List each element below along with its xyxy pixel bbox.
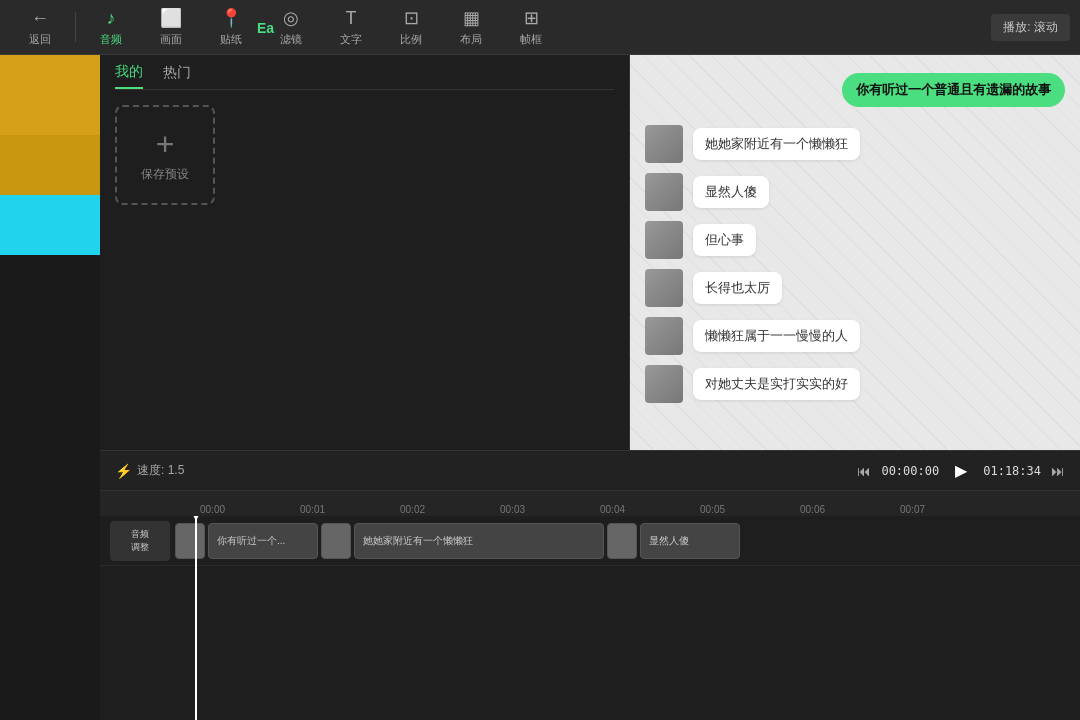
top-toolbar: ← 返回 ♪ 音频 ⬜ 画面 📍 贴纸 ◎ 滤镜 T 文字 ⊡ 比例 ▦ 布局 … bbox=[0, 0, 1080, 55]
tab-row: 我的 热门 bbox=[100, 55, 629, 89]
clip[interactable]: 你有听过一个... bbox=[208, 523, 318, 559]
sticker-icon: 📍 bbox=[220, 7, 242, 29]
chat-list: 她她家附近有一个懒懒狂 显然人傻 但心事 长得也太厉 bbox=[630, 115, 1080, 423]
chat-text: 对她丈夫是实打实实的好 bbox=[693, 368, 860, 400]
play-button[interactable]: ▶ bbox=[949, 459, 973, 483]
plus-icon: + bbox=[156, 128, 175, 160]
skip-forward-btn[interactable]: ⏭ bbox=[1051, 463, 1065, 479]
chat-text: 但心事 bbox=[693, 224, 756, 256]
ea-label: Ea bbox=[243, 0, 288, 55]
clip[interactable] bbox=[321, 523, 351, 559]
timeline-controls: ⚡ 速度: 1.5 ⏮ 00:00:00 ▶ 01:18:34 ⏭ bbox=[100, 451, 1080, 491]
time-total: 01:18:34 bbox=[983, 464, 1041, 478]
ruler-mark: 00:04 bbox=[600, 504, 625, 515]
green-bubble: 你有听过一个普通且有遗漏的故事 bbox=[842, 73, 1065, 107]
tab-popular[interactable]: 热门 bbox=[163, 64, 191, 88]
skip-back-btn[interactable]: ⏮ bbox=[857, 463, 871, 479]
ratio-icon: ⊡ bbox=[404, 7, 419, 29]
toolbar-text[interactable]: T 文字 bbox=[321, 2, 381, 52]
color-block-yellow2 bbox=[0, 135, 100, 195]
layout-icon: ▦ bbox=[463, 7, 480, 29]
clip[interactable]: 她她家附近有一个懒懒狂 bbox=[354, 523, 604, 559]
avatar bbox=[645, 365, 683, 403]
ruler-mark: 00:01 bbox=[300, 504, 325, 515]
toolbar-layout[interactable]: ▦ 布局 bbox=[441, 2, 501, 52]
list-item: 对她丈夫是实打实实的好 bbox=[645, 365, 1065, 403]
ruler-mark: 00:03 bbox=[500, 504, 525, 515]
list-item: 长得也太厉 bbox=[645, 269, 1065, 307]
save-preset-btn[interactable]: + 保存预设 bbox=[115, 105, 215, 205]
tab-mine[interactable]: 我的 bbox=[115, 63, 143, 89]
timeline-tracks: 音频 调整 你有听过一个... 她她家附近有一个懒懒狂 显然人傻 bbox=[100, 516, 1080, 720]
clip[interactable]: 显然人傻 bbox=[640, 523, 740, 559]
playback-mode-btn[interactable]: 播放: 滚动 bbox=[991, 14, 1070, 41]
frame-icon: ⊞ bbox=[524, 7, 539, 29]
list-item: 显然人傻 bbox=[645, 173, 1065, 211]
left-strip bbox=[0, 55, 100, 720]
toolbar-frame[interactable]: ⊞ 帧框 bbox=[501, 2, 561, 52]
clip[interactable] bbox=[607, 523, 637, 559]
audio-icon: ♪ bbox=[107, 8, 116, 29]
chat-text: 懒懒狂属于一一慢慢的人 bbox=[693, 320, 860, 352]
color-block-yellow bbox=[0, 55, 100, 135]
text-icon: T bbox=[346, 8, 357, 29]
list-item: 懒懒狂属于一一慢慢的人 bbox=[645, 317, 1065, 355]
back-icon: ← bbox=[31, 8, 49, 29]
avatar bbox=[645, 269, 683, 307]
toolbar-audio[interactable]: ♪ 音频 bbox=[81, 2, 141, 52]
avatar bbox=[645, 317, 683, 355]
ruler-mark: 00:02 bbox=[400, 504, 425, 515]
chat-text: 长得也太厉 bbox=[693, 272, 782, 304]
toolbar-separator bbox=[75, 12, 76, 42]
playhead[interactable] bbox=[195, 516, 197, 720]
track-clips: 你有听过一个... 她她家附近有一个懒懒狂 显然人傻 bbox=[175, 521, 1080, 561]
color-block-cyan bbox=[0, 195, 100, 255]
timeline-area: ⚡ 速度: 1.5 ⏮ 00:00:00 ▶ 01:18:34 ⏭ 00:00 … bbox=[100, 450, 1080, 720]
avatar bbox=[645, 125, 683, 163]
time-controls: ⏮ 00:00:00 ▶ 01:18:34 ⏭ bbox=[857, 459, 1065, 483]
toolbar-ratio[interactable]: ⊡ 比例 bbox=[381, 2, 441, 52]
toolbar-picture[interactable]: ⬜ 画面 bbox=[141, 2, 201, 52]
list-item: 她她家附近有一个懒懒狂 bbox=[645, 125, 1065, 163]
toolbar-back[interactable]: ← 返回 bbox=[10, 2, 70, 52]
timeline-ruler: 00:00 00:01 00:02 00:03 00:04 00:05 00:0… bbox=[100, 491, 1080, 516]
chat-text: 显然人傻 bbox=[693, 176, 769, 208]
picture-icon: ⬜ bbox=[160, 7, 182, 29]
color-block-dark bbox=[0, 255, 100, 720]
track-row: 音频 调整 你有听过一个... 她她家附近有一个懒懒狂 显然人傻 bbox=[100, 516, 1080, 566]
avatar bbox=[645, 173, 683, 211]
lightning-icon: ⚡ bbox=[115, 463, 132, 479]
clip[interactable] bbox=[175, 523, 205, 559]
ruler-mark: 00:06 bbox=[800, 504, 825, 515]
track-label: 音频 调整 bbox=[110, 521, 170, 561]
chat-text: 她她家附近有一个懒懒狂 bbox=[693, 128, 860, 160]
ruler-mark: 00:05 bbox=[700, 504, 725, 515]
ruler-mark: 00:00 bbox=[200, 504, 225, 515]
time-current: 00:00:00 bbox=[881, 464, 939, 478]
list-item: 但心事 bbox=[645, 221, 1065, 259]
ruler-mark: 00:07 bbox=[900, 504, 925, 515]
avatar bbox=[645, 221, 683, 259]
speed-indicator: ⚡ 速度: 1.5 bbox=[115, 462, 184, 479]
